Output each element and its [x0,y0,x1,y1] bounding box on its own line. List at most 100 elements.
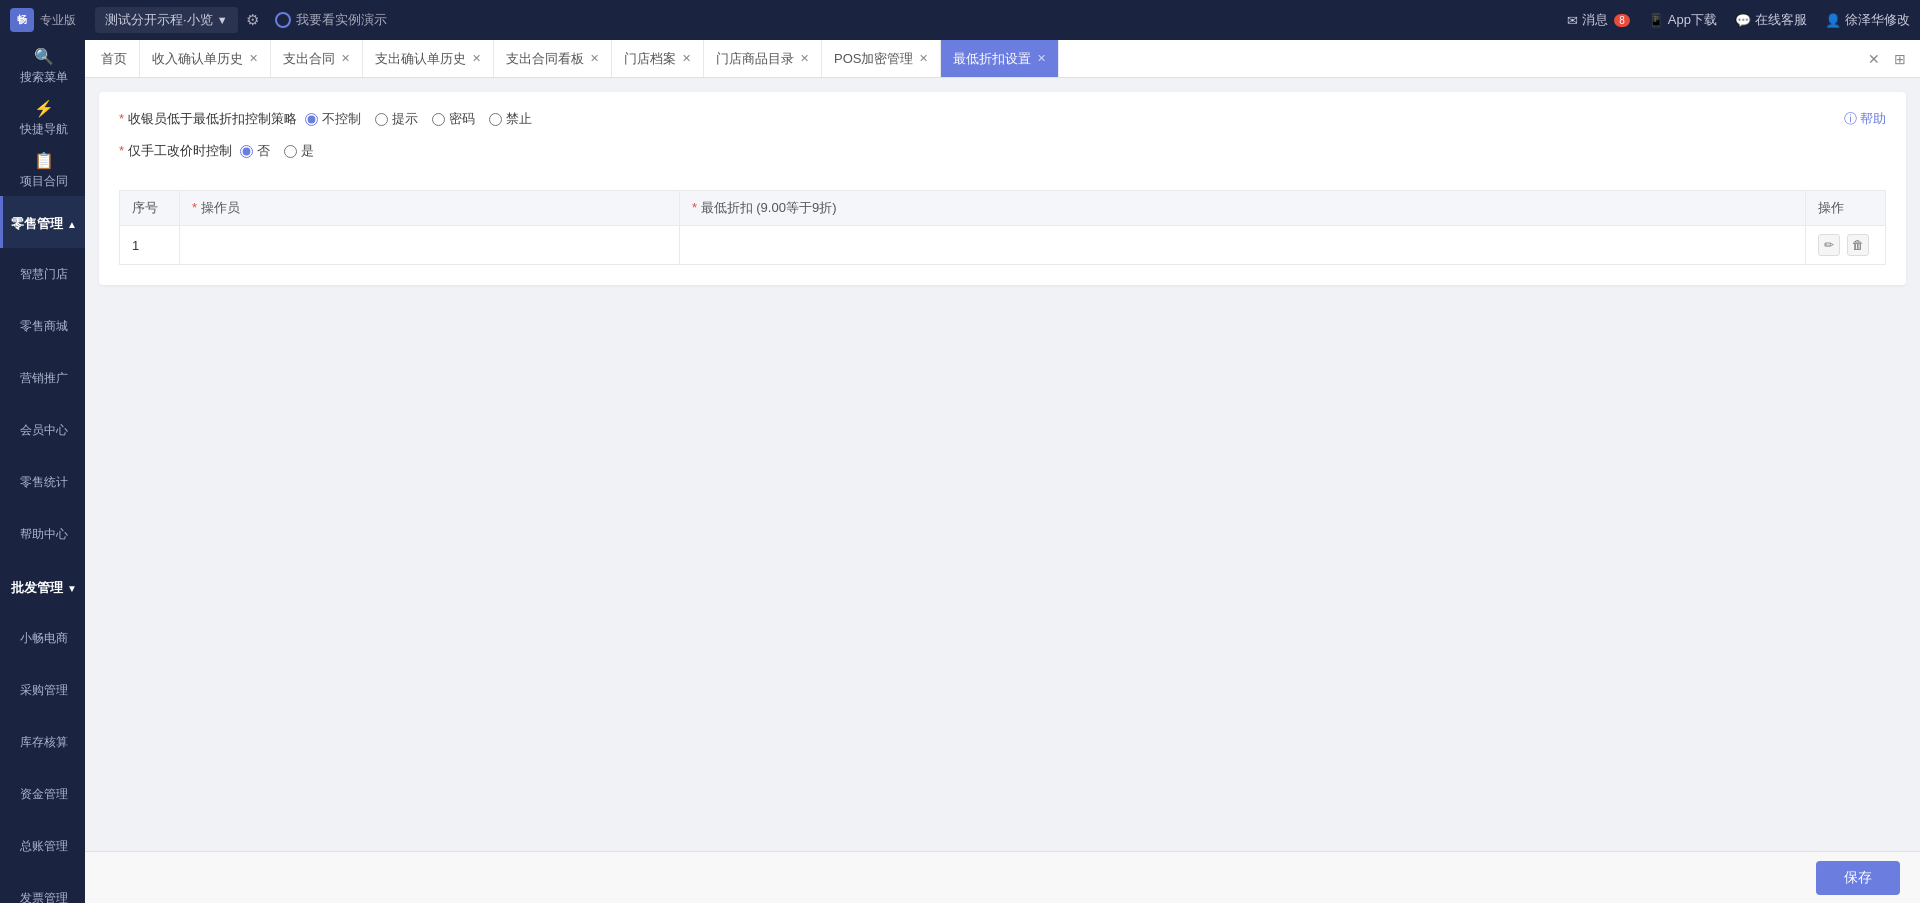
user-menu[interactable]: 👤 徐泽华修改 [1825,11,1910,29]
tab-contract-label: 支出合同 [283,50,335,68]
tab-income-close[interactable]: ✕ [249,52,258,65]
manual-control-options: 否 是 [240,142,314,160]
user-name: 徐泽华修改 [1845,11,1910,29]
sidebar-item-ecommerce[interactable]: 小畅电商 [0,612,85,664]
tab-payconfirm-close[interactable]: ✕ [472,52,481,65]
tab-income[interactable]: 收入确认单历史 ✕ [140,40,271,78]
message-icon: ✉ [1567,13,1578,28]
sidebar-item-ledger[interactable]: 总账管理 [0,820,85,872]
radio-no-input[interactable] [240,145,253,158]
online-service-btn[interactable]: 💬 在线客服 [1735,11,1807,29]
wholesale-expand-icon: ▼ [67,583,77,594]
project-selector[interactable]: 测试分开示程·小览 ▼ [95,7,238,33]
sidebar-item-inventory[interactable]: 库存核算 [0,716,85,768]
sidebar-item-help[interactable]: 帮助中心 [0,508,85,560]
edit-row-btn[interactable]: ✏ [1818,234,1840,256]
sidebar-label-member: 会员中心 [20,422,68,439]
tab-contract[interactable]: 支出合同 ✕ [271,40,363,78]
demo-link[interactable]: 我要看实例演示 [275,11,387,29]
table-header: 序号 操作员 最低折扣 (9.00等于9折) 操作 [120,191,1886,226]
messages-badge: 8 [1614,14,1630,27]
sidebar-label-finance: 资金管理 [20,786,68,803]
tab-close-all-btn[interactable]: ✕ [1864,49,1884,69]
app-version: 专业版 [40,12,76,29]
sidebar-item-purchase[interactable]: 采购管理 [0,664,85,716]
sidebar-item-smartstore[interactable]: 智慧门店 [0,248,85,300]
sidebar-item-project[interactable]: 📋 项目合同 [0,144,85,196]
help-link[interactable]: ⓘ 帮助 [1844,110,1886,128]
col-action: 操作 [1806,191,1886,226]
discount-policy-options: 不控制 提示 密码 [305,110,532,128]
content-area: 首页 收入确认单历史 ✕ 支出合同 ✕ 支出确认单历史 ✕ 支出合同看板 ✕ 门… [85,40,1920,903]
tab-storefile[interactable]: 门店档案 ✕ [612,40,704,78]
radio-yes[interactable]: 是 [284,142,314,160]
tab-storefile-close[interactable]: ✕ [682,52,691,65]
form-fields: 收银员低于最低折扣控制策略 不控制 提示 [119,110,1844,174]
tab-mindiscount-label: 最低折扣设置 [953,50,1031,68]
logo-icon: 畅 [10,8,34,32]
manual-control-label: 仅手工改价时控制 [119,142,232,160]
project-icon: 📋 [34,151,54,170]
tab-more-btn[interactable]: ⊞ [1890,49,1910,69]
delete-row-btn[interactable]: 🗑 [1847,234,1869,256]
sidebar-label-smartstore: 智慧门店 [20,266,68,283]
tab-contract-close[interactable]: ✕ [341,52,350,65]
sidebar-label-wholesale: 批发管理 [11,579,63,597]
sidebar-item-retailstat[interactable]: 零售统计 [0,456,85,508]
radio-ban-input[interactable] [489,113,502,126]
online-service-label: 在线客服 [1755,11,1807,29]
quicknav-icon: ⚡ [34,99,54,118]
radio-password[interactable]: 密码 [432,110,475,128]
settings-gear[interactable]: ⚙ [246,11,259,29]
sidebar-item-finance[interactable]: 资金管理 [0,768,85,820]
tab-income-label: 收入确认单历史 [152,50,243,68]
tab-storeproduct-close[interactable]: ✕ [800,52,809,65]
save-button[interactable]: 保存 [1816,861,1900,895]
radio-ban-label: 禁止 [506,110,532,128]
radio-hint-input[interactable] [375,113,388,126]
tab-posmanage-label: POS加密管理 [834,50,913,68]
tab-storeproduct[interactable]: 门店商品目录 ✕ [704,40,822,78]
top-bar-right: ✉ 消息 8 📱 App下载 💬 在线客服 👤 徐泽华修改 [1567,11,1910,29]
radio-hint[interactable]: 提示 [375,110,418,128]
tab-contractview-close[interactable]: ✕ [590,52,599,65]
radio-hint-label: 提示 [392,110,418,128]
sidebar-label-project: 项目合同 [20,173,68,190]
tab-contractview[interactable]: 支出合同看板 ✕ [494,40,612,78]
tab-payconfirm[interactable]: 支出确认单历史 ✕ [363,40,494,78]
sidebar-item-search[interactable]: 🔍 搜索菜单 [0,40,85,92]
table-row: 1 ✏ 🗑 [120,226,1886,265]
cell-seq: 1 [120,226,180,265]
sidebar-item-retail[interactable]: 零售管理 ▲ [0,196,85,248]
radio-no-label: 否 [257,142,270,160]
sidebar-item-retailmall[interactable]: 零售商城 [0,300,85,352]
tab-posmanage-close[interactable]: ✕ [919,52,928,65]
radio-ban[interactable]: 禁止 [489,110,532,128]
discount-policy-label: 收银员低于最低折扣控制策略 [119,110,297,128]
radio-no[interactable]: 否 [240,142,270,160]
tab-home[interactable]: 首页 [89,40,140,78]
tab-posmanage[interactable]: POS加密管理 ✕ [822,40,941,78]
sidebar-item-invoice[interactable]: 发票管理 [0,872,85,903]
radio-password-input[interactable] [432,113,445,126]
sidebar-item-marketing[interactable]: 营销推广 [0,352,85,404]
demo-icon [275,12,291,28]
sidebar-item-wholesale[interactable]: 批发管理 ▼ [0,560,85,612]
sidebar-label-retail: 零售管理 [11,215,63,233]
cell-discount [680,226,1806,265]
tab-mindiscount[interactable]: 最低折扣设置 ✕ [941,40,1059,78]
tab-storefile-label: 门店档案 [624,50,676,68]
radio-none[interactable]: 不控制 [305,110,361,128]
top-bar: 畅 专业版 测试分开示程·小览 ▼ ⚙ 我要看实例演示 ✉ 消息 8 📱 App… [0,0,1920,40]
tab-mindiscount-close[interactable]: ✕ [1037,52,1046,65]
discount-table: 序号 操作员 最低折扣 (9.00等于9折) 操作 [119,190,1886,265]
radio-yes-input[interactable] [284,145,297,158]
sidebar: 🔍 搜索菜单 ⚡ 快捷导航 📋 项目合同 零售管理 ▲ 智慧门店 零售商城 营销… [0,40,85,903]
app-download-btn[interactable]: 📱 App下载 [1648,11,1717,29]
sidebar-item-member[interactable]: 会员中心 [0,404,85,456]
sidebar-item-quicknav[interactable]: ⚡ 快捷导航 [0,92,85,144]
messages-btn[interactable]: ✉ 消息 8 [1567,11,1630,29]
radio-none-input[interactable] [305,113,318,126]
settings-form-card: 收银员低于最低折扣控制策略 不控制 提示 [99,92,1906,285]
page-content: 收银员低于最低折扣控制策略 不控制 提示 [85,78,1920,851]
